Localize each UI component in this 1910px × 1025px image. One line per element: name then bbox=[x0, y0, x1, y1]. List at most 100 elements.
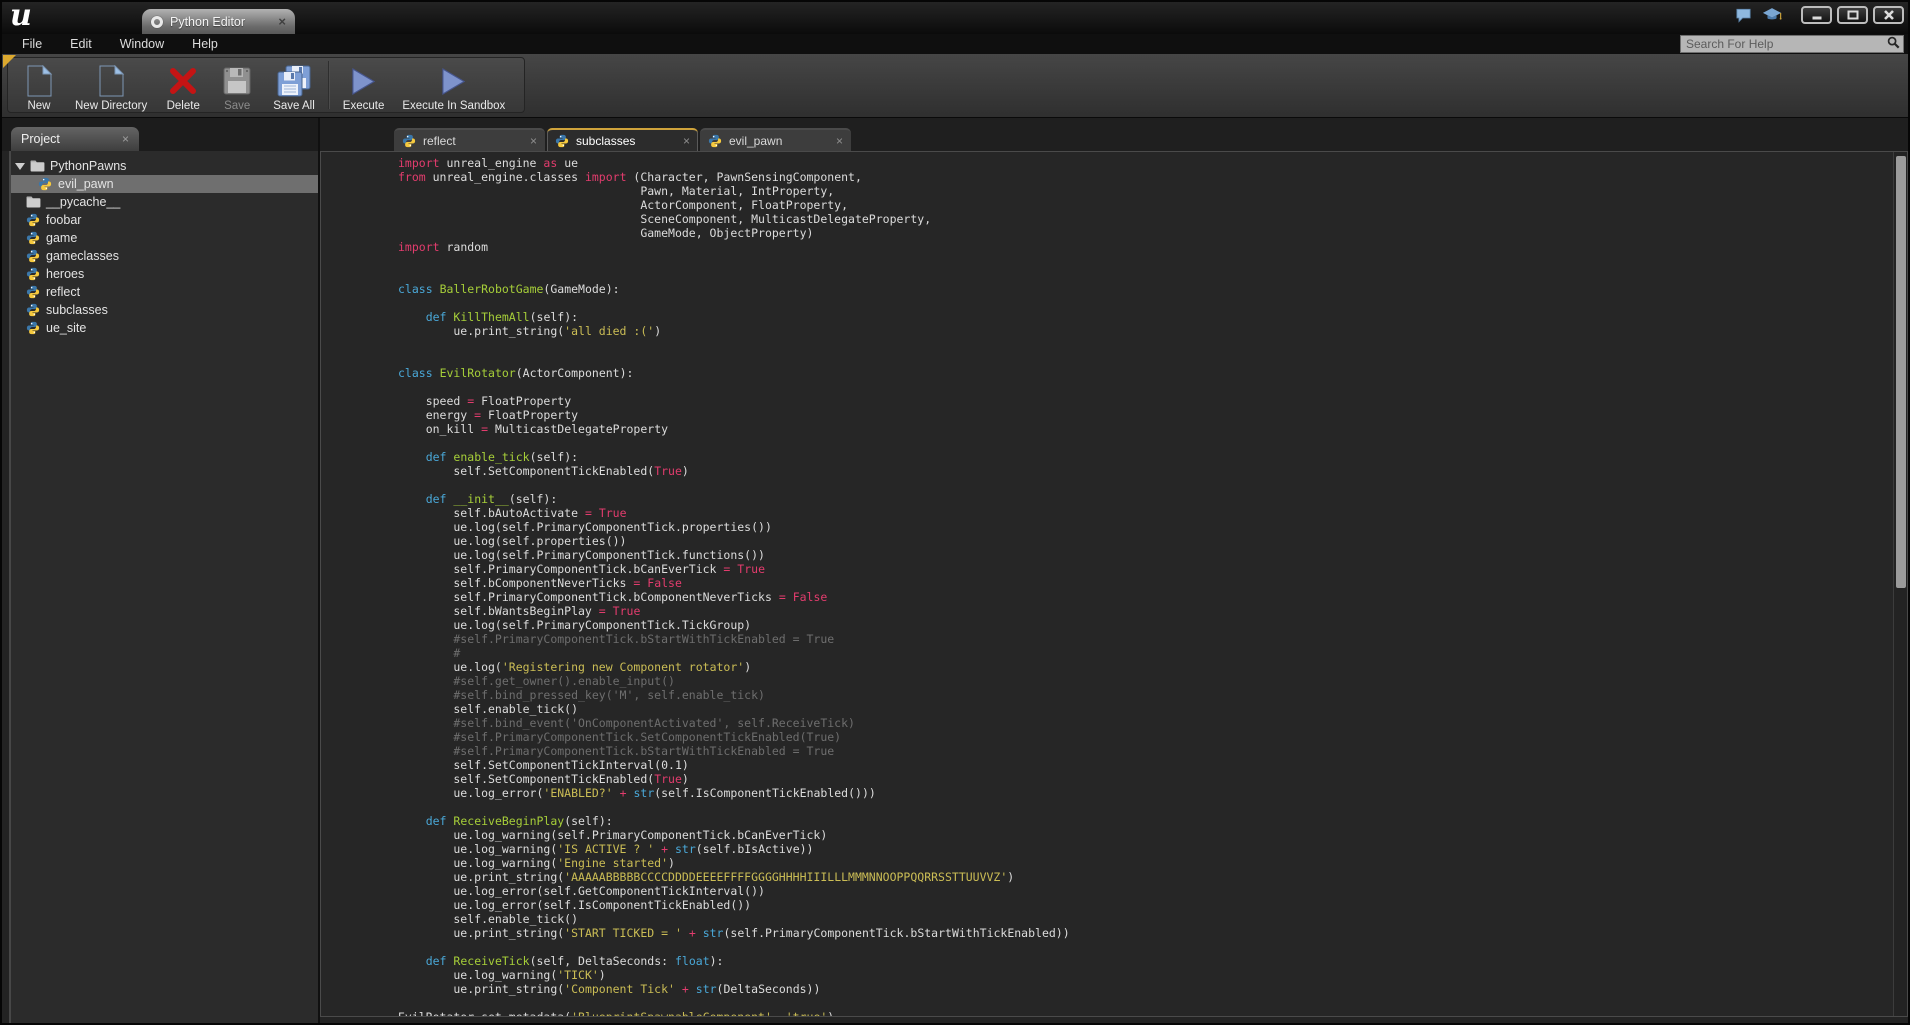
tree-item-gameclasses[interactable]: gameclasses bbox=[11, 247, 318, 265]
code-line: GameMode, ObjectProperty) bbox=[398, 226, 1907, 240]
code-line: self.PrimaryComponentTick.bCanEverTick =… bbox=[398, 562, 1907, 576]
code-line bbox=[398, 380, 1907, 394]
code-line: self.SetComponentTickEnabled(True) bbox=[398, 772, 1907, 786]
new-file-icon bbox=[93, 63, 129, 99]
editor-tabstrip: reflect× subclasses× evil_pawn× bbox=[320, 118, 1908, 151]
code-editor[interactable]: import unreal_engine as uefrom unreal_en… bbox=[320, 151, 1908, 1017]
tree-item--pycache-[interactable]: __pycache__ bbox=[11, 193, 318, 211]
chat-bubble-icon[interactable] bbox=[1733, 6, 1753, 24]
code-line: ue.log_warning('IS ACTIVE ? ' + str(self… bbox=[398, 842, 1907, 856]
toolbar: New New Directory Delete Save Save A bbox=[2, 54, 1908, 118]
menubar-items: FileEditWindowHelp bbox=[8, 34, 232, 54]
tutorial-graduation-cap-icon[interactable] bbox=[1762, 6, 1782, 24]
code-line: speed = FloatProperty bbox=[398, 394, 1907, 408]
tree-item-label: __pycache__ bbox=[46, 195, 120, 209]
tree-item-label: foobar bbox=[46, 213, 81, 227]
code-line bbox=[398, 800, 1907, 814]
code-line bbox=[398, 254, 1907, 268]
menu-item-help[interactable]: Help bbox=[178, 34, 232, 54]
tree-item-game[interactable]: game bbox=[11, 229, 318, 247]
project-tab[interactable]: Project × bbox=[11, 127, 139, 151]
code-line: #self.PrimaryComponentTick.SetComponentT… bbox=[398, 730, 1907, 744]
code-line: ue.log_error(self.GetComponentTickInterv… bbox=[398, 884, 1907, 898]
vertical-scrollbar[interactable] bbox=[1893, 152, 1907, 1016]
editor-tab-close-icon[interactable]: × bbox=[836, 134, 843, 148]
save-all-icon bbox=[276, 63, 312, 99]
tree-item-subclasses[interactable]: subclasses bbox=[11, 301, 318, 319]
minimize-button[interactable] bbox=[1801, 6, 1832, 24]
code-line bbox=[398, 940, 1907, 954]
menubar: FileEditWindowHelp bbox=[2, 34, 1908, 54]
code-line: ue.print_string('AAAAABBBBBCCCCDDDDEEEEF… bbox=[398, 870, 1907, 884]
expander-icon[interactable] bbox=[15, 163, 25, 170]
play-icon bbox=[346, 63, 382, 99]
code-line bbox=[398, 436, 1907, 450]
toolbar-button-delete[interactable]: Delete bbox=[156, 58, 210, 112]
tree-item-reflect[interactable]: reflect bbox=[11, 283, 318, 301]
python-icon bbox=[37, 177, 53, 191]
tree-item-ue-site[interactable]: ue_site bbox=[11, 319, 318, 337]
new-file-icon bbox=[21, 63, 57, 99]
search-input[interactable] bbox=[1686, 37, 1887, 51]
python-icon bbox=[25, 267, 41, 281]
code-line: Pawn, Material, IntProperty, bbox=[398, 184, 1907, 198]
menu-item-edit[interactable]: Edit bbox=[56, 34, 106, 54]
toolbar-button-save-all[interactable]: Save All bbox=[264, 58, 324, 112]
menu-item-window[interactable]: Window bbox=[106, 34, 178, 54]
app-tab-close-icon[interactable]: × bbox=[278, 14, 286, 29]
code-line: class BallerRobotGame(GameMode): bbox=[398, 282, 1907, 296]
app-tab-python-editor[interactable]: Python Editor × bbox=[142, 9, 295, 34]
tree-item-label: evil_pawn bbox=[58, 177, 114, 191]
editor-tab-subclasses[interactable]: subclasses× bbox=[547, 128, 698, 151]
python-icon bbox=[25, 285, 41, 299]
code-line: ue.log_error(self.IsComponentTickEnabled… bbox=[398, 898, 1907, 912]
tree-item-label: ue_site bbox=[46, 321, 86, 335]
search-for-help-box[interactable] bbox=[1680, 35, 1904, 53]
editor-tab-close-icon[interactable]: × bbox=[683, 134, 690, 148]
project-tab-close-icon[interactable]: × bbox=[122, 132, 129, 146]
toolbar-button-execute-in-sandbox[interactable]: Execute In Sandbox bbox=[393, 58, 514, 112]
code-line: self.SetComponentTickEnabled(True) bbox=[398, 464, 1907, 478]
code-line: ue.print_string('all died :(') bbox=[398, 324, 1907, 338]
toolbar-button-new-directory[interactable]: New Directory bbox=[66, 58, 156, 112]
toolbar-button-label: New bbox=[27, 100, 50, 112]
search-icon bbox=[1887, 36, 1900, 52]
code-line: energy = FloatProperty bbox=[398, 408, 1907, 422]
code-line: def ReceiveBeginPlay(self): bbox=[398, 814, 1907, 828]
menu-item-file[interactable]: File bbox=[8, 34, 56, 54]
code-line: self.bComponentNeverTicks = False bbox=[398, 576, 1907, 590]
code-line: from unreal_engine.classes import (Chara… bbox=[398, 170, 1907, 184]
code-line: #self.get_owner().enable_input() bbox=[398, 674, 1907, 688]
code-line: ue.log_warning(self.PrimaryComponentTick… bbox=[398, 828, 1907, 842]
code-line: ue.log_warning('Engine started') bbox=[398, 856, 1907, 870]
tree-item-pythonpawns[interactable]: PythonPawns bbox=[11, 157, 318, 175]
toolbar-button-execute[interactable]: Execute bbox=[334, 58, 394, 112]
tree-item-evil-pawn[interactable]: evil_pawn bbox=[11, 175, 318, 193]
tutorial-corner-flag-icon[interactable] bbox=[3, 55, 16, 68]
tree-item-heroes[interactable]: heroes bbox=[11, 265, 318, 283]
toolbar-button-label: Execute bbox=[343, 100, 385, 112]
app-tab-label: Python Editor bbox=[170, 15, 245, 29]
folder-icon bbox=[29, 160, 45, 172]
python-icon bbox=[708, 134, 722, 148]
toolbar-button-label: Execute In Sandbox bbox=[402, 100, 505, 112]
editor-tab-evil-pawn[interactable]: evil_pawn× bbox=[700, 128, 851, 151]
scrollbar-thumb[interactable] bbox=[1896, 156, 1906, 588]
editor-tab-reflect[interactable]: reflect× bbox=[394, 128, 545, 151]
toolbar-button-save[interactable]: Save bbox=[210, 58, 264, 112]
code-line: class EvilRotator(ActorComponent): bbox=[398, 366, 1907, 380]
code-line: ActorComponent, FloatProperty, bbox=[398, 198, 1907, 212]
titlebar[interactable]: u Python Editor × bbox=[2, 2, 1908, 34]
toolbar-button-new[interactable]: New bbox=[12, 58, 66, 112]
toolbar-buttons: New New Directory Delete Save Save A bbox=[7, 57, 525, 113]
maximize-button[interactable] bbox=[1837, 6, 1868, 24]
code-line: ue.log(self.PrimaryComponentTick.functio… bbox=[398, 548, 1907, 562]
close-button[interactable] bbox=[1873, 6, 1904, 24]
python-icon bbox=[25, 249, 41, 263]
project-tree[interactable]: PythonPawns evil_pawn __pycache__ foobar… bbox=[9, 151, 318, 1023]
editor-tab-close-icon[interactable]: × bbox=[530, 134, 537, 148]
tree-item-foobar[interactable]: foobar bbox=[11, 211, 318, 229]
code-content[interactable]: import unreal_engine as uefrom unreal_en… bbox=[321, 152, 1907, 1017]
code-line: ue.log_warning('TICK') bbox=[398, 968, 1907, 982]
python-icon bbox=[25, 213, 41, 227]
